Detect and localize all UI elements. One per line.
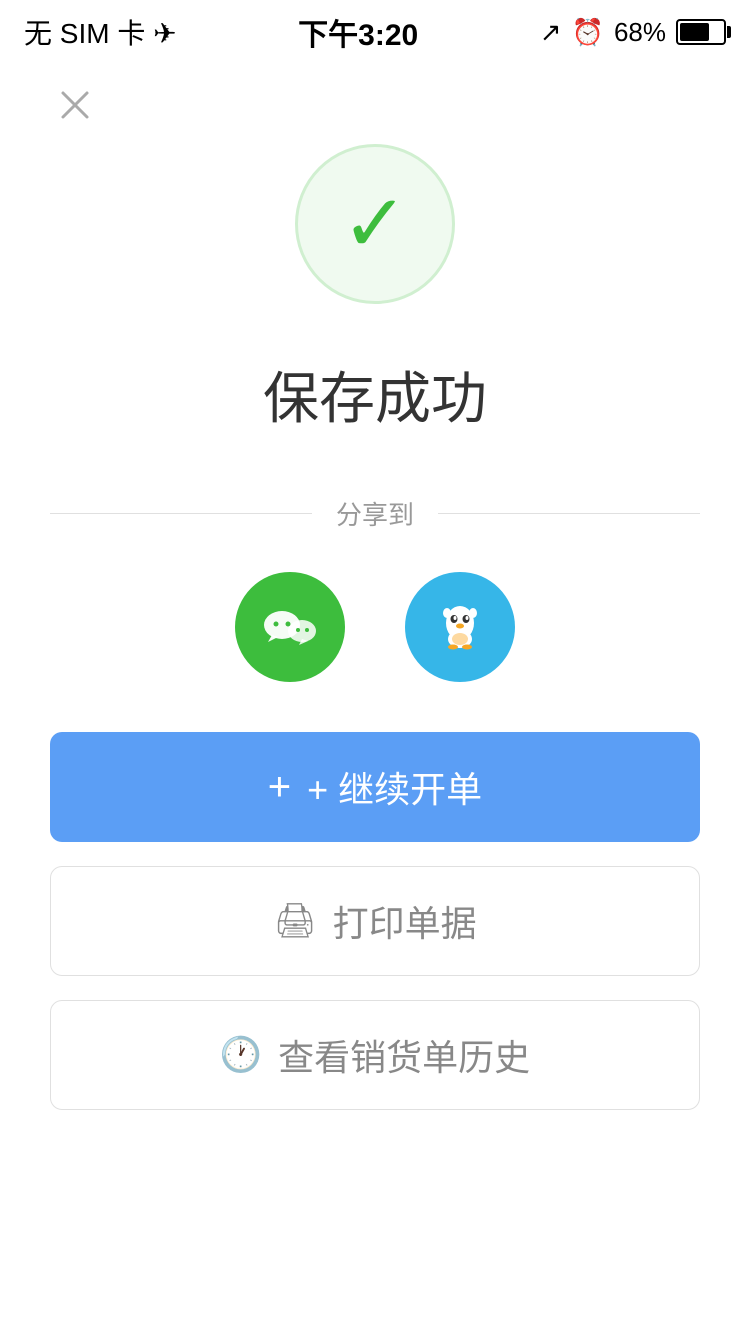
divider-left [50,513,312,514]
alarm-icon: ⏰ [572,17,604,48]
qq-share-button[interactable] [405,572,515,682]
battery-percent: 68% [614,17,666,48]
history-button[interactable]: 🕐 查看销货单历史 [50,1000,700,1110]
success-circle: ✓ [295,144,455,304]
wechat-icon [258,595,323,660]
location-icon: ↗ [540,17,562,48]
status-left: 无 SIM 卡 ✈ [24,12,177,52]
check-mark-icon: ✓ [341,184,408,264]
no-sim-text: 无 SIM 卡 ✈ [24,12,177,52]
share-section: 分享到 [0,495,750,682]
history-icon: 🕐 [220,1035,262,1075]
status-bar: 无 SIM 卡 ✈ 下午3:20 ↗ ⏰ 68% [0,0,750,64]
continue-button[interactable]: + + 继续开单 [50,732,700,842]
divider-right [438,513,700,514]
battery-fill [680,23,709,41]
close-button[interactable] [50,80,100,130]
print-button-label: 打印单据 [333,895,477,947]
print-icon: 🖨 [273,901,316,941]
close-icon [57,87,93,123]
plus-icon: + [268,765,291,810]
share-icons-row [235,572,515,682]
status-time: 下午3:20 [298,10,418,54]
status-right: ↗ ⏰ 68% [540,17,726,48]
continue-button-label: + 继续开单 [307,761,482,813]
divider-container: 分享到 [0,495,750,532]
qq-icon [428,595,493,660]
main-content: ✓ 保存成功 分享到 [0,64,750,1110]
battery-icon [676,19,726,45]
action-buttons: + + 继续开单 🖨 打印单据 🕐 查看销货单历史 [0,732,750,1110]
success-title: 保存成功 [263,354,487,435]
share-label: 分享到 [312,495,438,532]
history-button-label: 查看销货单历史 [278,1029,530,1081]
wechat-share-button[interactable] [235,572,345,682]
print-button[interactable]: 🖨 打印单据 [50,866,700,976]
